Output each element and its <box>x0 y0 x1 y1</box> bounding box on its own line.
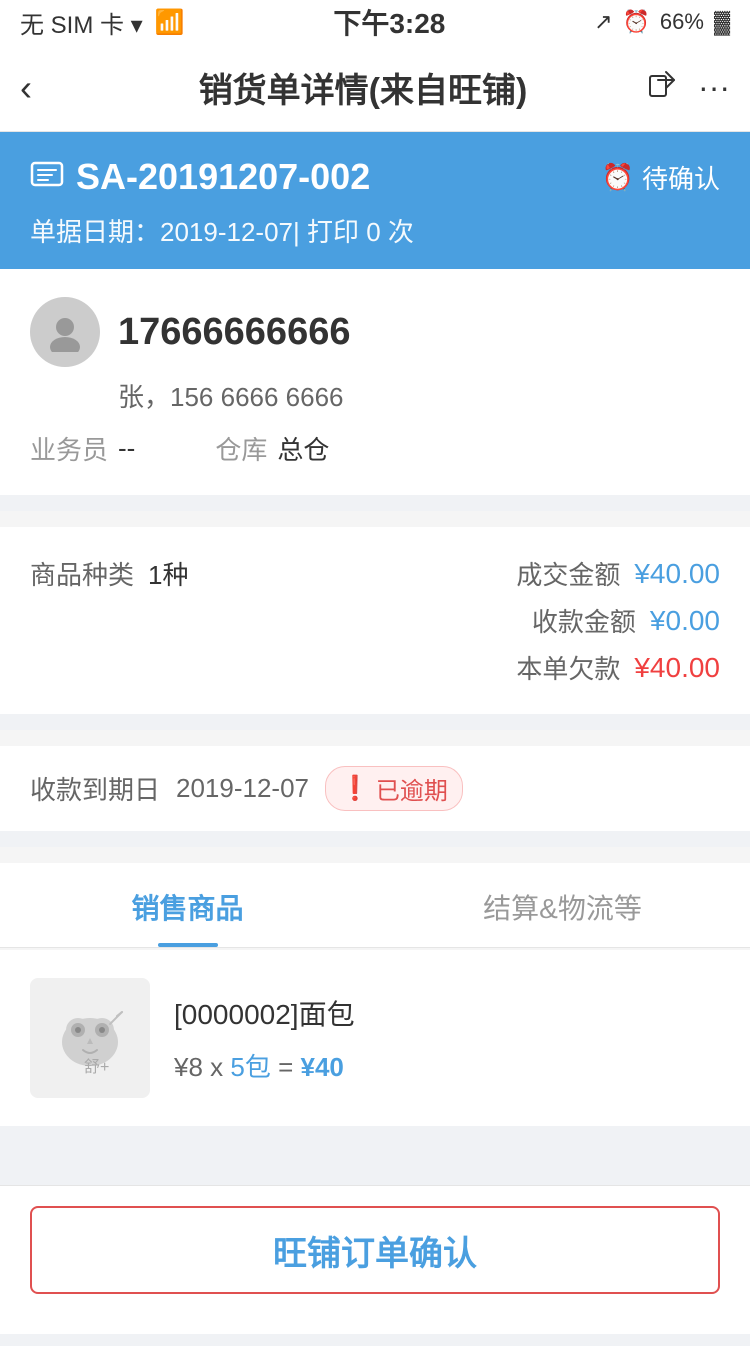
status-time: 下午3:28 <box>333 2 445 42</box>
salesperson-value: -- <box>118 433 135 464</box>
product-info: [0000002]面包 ¥8 x 5包 = ¥40 <box>174 993 720 1084</box>
status-right: ↗ ⏰ 66% ▓ <box>594 9 730 35</box>
product-type-value: 1种 <box>148 555 188 592</box>
tab-products[interactable]: 销售商品 <box>0 863 375 947</box>
customer-card: 17666666666 张，156 6666 6666 业务员 -- 仓库 总仓 <box>0 269 750 495</box>
customer-meta: 业务员 -- 仓库 总仓 <box>30 430 720 467</box>
status-text: 待确认 <box>642 159 720 196</box>
clock-icon: ⏰ <box>602 162 634 193</box>
tab-settlement[interactable]: 结算&物流等 <box>375 863 750 947</box>
customer-phone: 17666666666 <box>118 311 350 354</box>
product-price: ¥8 x 5包 = ¥40 <box>174 1047 720 1084</box>
owl-icon: 舒+ <box>50 994 130 1083</box>
salesperson-item: 业务员 -- <box>30 430 135 467</box>
amount-row: 成交金额 ¥40.00 <box>516 555 720 592</box>
product-thumbnail: 舒+ <box>30 978 150 1098</box>
product-card: 舒+ [0000002]面包 ¥8 x 5包 = ¥40 <box>0 950 750 1126</box>
avatar <box>30 297 100 367</box>
due-label: 本单欠款 <box>516 649 620 686</box>
due-date-value: 2019-12-07 <box>176 773 309 804</box>
order-header-top: SA-20191207-002 ⏰ 待确认 <box>30 156 720 198</box>
divider-2 <box>0 714 750 730</box>
total-value: ¥40 <box>300 1052 343 1082</box>
location-icon: ↗ <box>594 9 612 35</box>
overdue-icon: ❗ <box>340 774 370 803</box>
due-date-label: 收款到期日 <box>30 770 160 807</box>
tab-bar: 销售商品 结算&物流等 <box>0 863 750 948</box>
amount-label: 成交金额 <box>516 555 620 592</box>
due-date-bar: 收款到期日 2019-12-07 ❗ 已逾期 <box>0 746 750 831</box>
sim-label: 无 SIM 卡 ▾ <box>20 5 143 40</box>
qty-value: 5包 <box>230 1052 270 1082</box>
back-button[interactable]: ‹ <box>20 67 80 109</box>
order-icon <box>30 156 64 198</box>
page-title: 销货单详情(来自旺铺) <box>80 63 646 112</box>
product-type-label: 商品种类 <box>30 555 134 592</box>
nav-actions: ··· <box>646 68 730 108</box>
divider-1 <box>0 495 750 511</box>
customer-top: 17666666666 <box>30 297 720 367</box>
order-header-card: SA-20191207-002 ⏰ 待确认 单据日期：2019-12-07| 打… <box>0 132 750 269</box>
warehouse-item: 仓库 总仓 <box>215 430 329 467</box>
more-icon[interactable]: ··· <box>698 69 730 106</box>
order-id-text: SA-20191207-002 <box>76 156 370 198</box>
status-left: 无 SIM 卡 ▾ 📶 <box>20 5 185 40</box>
summary-right: 成交金额 ¥40.00 收款金额 ¥0.00 本单欠款 ¥40.00 <box>516 555 720 686</box>
salesperson-label: 业务员 <box>30 430 108 467</box>
alarm-icon: ⏰ <box>623 9 650 35</box>
svg-text:舒+: 舒+ <box>84 1058 109 1074</box>
battery-icon: ▓ <box>714 9 730 35</box>
order-date-info: 单据日期：2019-12-07| 打印 0 次 <box>30 212 720 249</box>
summary-left: 商品种类 1种 <box>30 555 496 686</box>
equals-sign: = <box>271 1052 301 1082</box>
amount-value: ¥40.00 <box>634 558 720 590</box>
warehouse-label: 仓库 <box>215 430 267 467</box>
summary-card: 商品种类 1种 成交金额 ¥40.00 收款金额 ¥0.00 本单欠款 ¥40.… <box>0 527 750 714</box>
status-bar: 无 SIM 卡 ▾ 📶 下午3:28 ↗ ⏰ 66% ▓ <box>0 0 750 44</box>
due-value: ¥40.00 <box>634 652 720 684</box>
order-status: ⏰ 待确认 <box>602 159 720 196</box>
received-row: 收款金额 ¥0.00 <box>532 602 720 639</box>
received-label: 收款金额 <box>532 602 636 639</box>
product-name: [0000002]面包 <box>174 993 720 1033</box>
warehouse-value: 总仓 <box>277 430 329 467</box>
divider-3 <box>0 831 750 847</box>
price-formula: ¥8 x <box>174 1052 230 1082</box>
received-value: ¥0.00 <box>650 605 720 637</box>
battery-level: 66% <box>660 9 704 35</box>
customer-name: 张，156 6666 6666 <box>30 377 720 414</box>
overdue-text: 已逾期 <box>376 771 448 806</box>
due-row: 本单欠款 ¥40.00 <box>516 649 720 686</box>
nav-bar: ‹ 销货单详情(来自旺铺) ··· <box>0 44 750 132</box>
share-icon[interactable] <box>646 68 678 108</box>
order-id: SA-20191207-002 <box>30 156 370 198</box>
confirm-btn-wrap: 旺铺订单确认 <box>0 1185 750 1334</box>
product-type-row: 商品种类 1种 <box>30 555 496 592</box>
wifi-icon: 📶 <box>155 8 185 37</box>
overdue-badge: ❗ 已逾期 <box>325 766 463 811</box>
confirm-order-button[interactable]: 旺铺订单确认 <box>30 1206 720 1294</box>
